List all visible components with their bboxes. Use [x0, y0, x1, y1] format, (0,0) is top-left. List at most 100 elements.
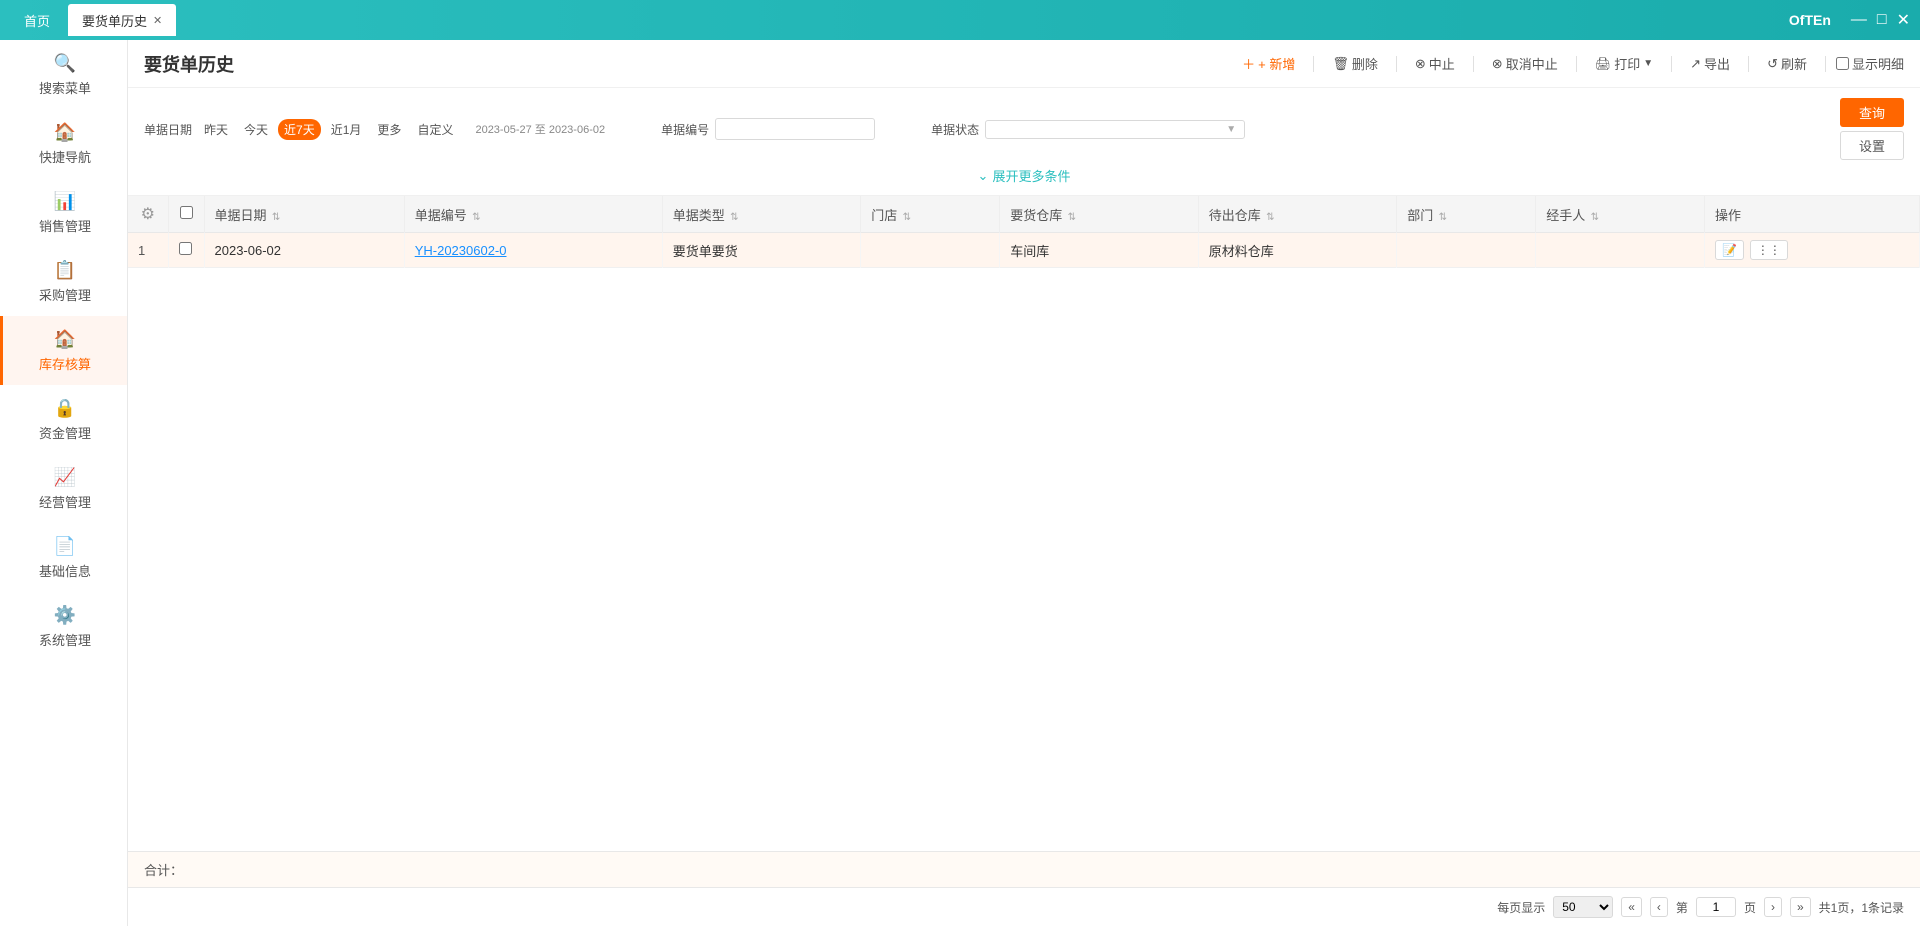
- sidebar-item-quick-nav[interactable]: 🏠 快捷导航: [0, 109, 127, 178]
- prev-page-btn[interactable]: ‹: [1650, 897, 1668, 917]
- th-date-sort-icon[interactable]: ⇅: [272, 212, 280, 223]
- basic-info-icon: 📄: [54, 535, 76, 557]
- date-tab-7days[interactable]: 近7天: [278, 119, 321, 140]
- th-number-sort-icon[interactable]: ⇅: [472, 212, 480, 223]
- row-checkbox[interactable]: [179, 242, 192, 255]
- filter-area: 单据日期 昨天 今天 近7天 近1月 更多 自定义 2023-05-27 至 2…: [128, 88, 1920, 196]
- doc-number-filter: 单据编号: [661, 118, 875, 140]
- operation-icon: 📈: [54, 466, 76, 488]
- sidebar-item-basic-info[interactable]: 📄 基础信息: [0, 523, 127, 592]
- add-label: + 新增: [1258, 54, 1295, 73]
- first-page-btn[interactable]: «: [1621, 897, 1642, 917]
- tab-home[interactable]: 首页: [10, 4, 64, 36]
- tab-requisition-history[interactable]: 要货单历史 ✕: [68, 4, 176, 36]
- cancel-stop-icon: ⊗: [1492, 56, 1503, 72]
- row-edit-btn[interactable]: 📝: [1715, 240, 1744, 260]
- sidebar-item-finance[interactable]: 🔒 资金管理: [0, 385, 127, 454]
- th-type-sort-icon[interactable]: ⇅: [730, 212, 738, 223]
- delete-label: 删除: [1352, 54, 1378, 73]
- sidebar-item-purchase[interactable]: 📋 采购管理: [0, 247, 127, 316]
- pagination-info: 共1页，1条记录: [1819, 899, 1904, 916]
- td-number[interactable]: YH-20230602-0: [404, 233, 662, 268]
- th-dept-sort-icon[interactable]: ⇅: [1439, 212, 1447, 223]
- td-checkbox: [168, 233, 204, 268]
- export-button[interactable]: ↗ 导出: [1682, 50, 1738, 77]
- page-number-input[interactable]: [1696, 897, 1736, 917]
- date-tab-today[interactable]: 今天: [238, 119, 274, 140]
- stop-button[interactable]: ⊗ 中止: [1407, 50, 1463, 77]
- page-size-select[interactable]: 10 20 50 100: [1553, 896, 1613, 918]
- th-handler-sort-icon[interactable]: ⇅: [1591, 212, 1599, 223]
- expand-icon: ⌄: [978, 168, 989, 184]
- stop-icon: ⊗: [1415, 56, 1426, 72]
- th-req-sort-icon[interactable]: ⇅: [1068, 212, 1076, 223]
- minimize-btn[interactable]: —: [1851, 11, 1867, 29]
- doc-number-input[interactable]: [715, 118, 875, 140]
- date-tab-yesterday[interactable]: 昨天: [198, 119, 234, 140]
- th-store-sort-icon[interactable]: ⇅: [903, 212, 911, 223]
- th-checkbox: [168, 196, 204, 233]
- print-dropdown-icon: ▼: [1643, 58, 1653, 69]
- sidebar-item-operation-label: 经营管理: [39, 492, 91, 511]
- date-tab-1month[interactable]: 近1月: [325, 119, 368, 140]
- purchase-icon: 📋: [54, 259, 76, 281]
- row-date: 2023-06-02: [215, 243, 282, 258]
- top-bar-controls: OfTEn — □ ✕: [1789, 10, 1910, 30]
- table-header-row: ⚙ 单据日期 ⇅ 单据编号 ⇅: [128, 196, 1920, 233]
- th-pending-sort-icon[interactable]: ⇅: [1266, 212, 1274, 223]
- divider-7: [1825, 56, 1826, 72]
- add-button[interactable]: ＋ + 新增: [1234, 50, 1303, 77]
- display-cell-checkbox[interactable]: [1836, 57, 1849, 70]
- settings-button[interactable]: 设置: [1840, 131, 1904, 160]
- refresh-icon: ↺: [1767, 56, 1778, 72]
- doc-status-filter: 单据状态 ▼: [931, 120, 1824, 139]
- th-settings: ⚙: [128, 196, 168, 233]
- refresh-button[interactable]: ↺ 刷新: [1759, 50, 1815, 77]
- print-button[interactable]: 🖨 打印 ▼: [1587, 50, 1661, 77]
- th-date: 单据日期 ⇅: [204, 196, 404, 233]
- window-close-btn[interactable]: ✕: [1897, 10, 1910, 30]
- query-button[interactable]: 查询: [1840, 98, 1904, 127]
- divider-3: [1473, 56, 1474, 72]
- th-type: 单据类型 ⇅: [662, 196, 860, 233]
- system-icon: ⚙️: [54, 604, 76, 626]
- sidebar-item-sales[interactable]: 📊 销售管理: [0, 178, 127, 247]
- table-row: 1 2023-06-02 YH-20230602-0 要货单要货: [128, 233, 1920, 268]
- maximize-btn[interactable]: □: [1877, 11, 1887, 29]
- tab-close-icon[interactable]: ✕: [153, 14, 162, 27]
- doc-number-label: 单据编号: [661, 121, 709, 138]
- stop-label: 中止: [1429, 54, 1455, 73]
- top-bar: 首页 要货单历史 ✕ OfTEn — □ ✕: [0, 0, 1920, 40]
- print-label: 打印: [1614, 54, 1640, 73]
- cancel-stop-button[interactable]: ⊗ 取消中止: [1484, 50, 1566, 77]
- sidebar-item-finance-label: 资金管理: [39, 423, 91, 442]
- sidebar-item-purchase-label: 采购管理: [39, 285, 91, 304]
- sidebar-item-operation[interactable]: 📈 经营管理: [0, 454, 127, 523]
- page-size-label: 每页显示: [1497, 899, 1545, 916]
- expand-more-btn[interactable]: ⌄ 展开更多条件: [144, 166, 1904, 185]
- td-pending-warehouse: 原材料仓库: [1198, 233, 1396, 268]
- divider-1: [1313, 56, 1314, 72]
- divider-6: [1748, 56, 1749, 72]
- display-cell-toggle[interactable]: 显示明细: [1836, 54, 1904, 73]
- sidebar: 🔍 搜索菜单 🏠 快捷导航 📊 销售管理 📋 采购管理 🏠 库存核算 🔒 资金管…: [0, 40, 128, 926]
- search-menu-icon: 🔍: [54, 52, 76, 74]
- select-all-checkbox[interactable]: [180, 206, 193, 219]
- date-tabs: 昨天 今天 近7天 近1月 更多 自定义: [198, 119, 459, 140]
- delete-button[interactable]: 🗑 删除: [1324, 50, 1386, 77]
- last-page-btn[interactable]: »: [1790, 897, 1811, 917]
- divider-4: [1576, 56, 1577, 72]
- next-page-btn[interactable]: ›: [1764, 897, 1782, 917]
- th-handler: 经手人 ⇅: [1536, 196, 1705, 233]
- row-detail-btn[interactable]: ⋮⋮: [1750, 240, 1788, 260]
- td-type: 要货单要货: [662, 233, 860, 268]
- sidebar-item-search-menu[interactable]: 🔍 搜索菜单: [0, 40, 127, 109]
- date-tab-more[interactable]: 更多: [371, 119, 407, 140]
- date-tab-custom[interactable]: 自定义: [411, 119, 459, 140]
- sidebar-item-inventory[interactable]: 🏠 库存核算: [0, 316, 127, 385]
- content-area: 要货单历史 ＋ + 新增 🗑 删除 ⊗ 中止 ⊗: [128, 40, 1920, 926]
- doc-status-select[interactable]: ▼: [985, 120, 1245, 139]
- column-settings-icon[interactable]: ⚙: [141, 206, 155, 223]
- sidebar-item-system[interactable]: ⚙️ 系统管理: [0, 592, 127, 661]
- th-operations-label: 操作: [1715, 208, 1741, 223]
